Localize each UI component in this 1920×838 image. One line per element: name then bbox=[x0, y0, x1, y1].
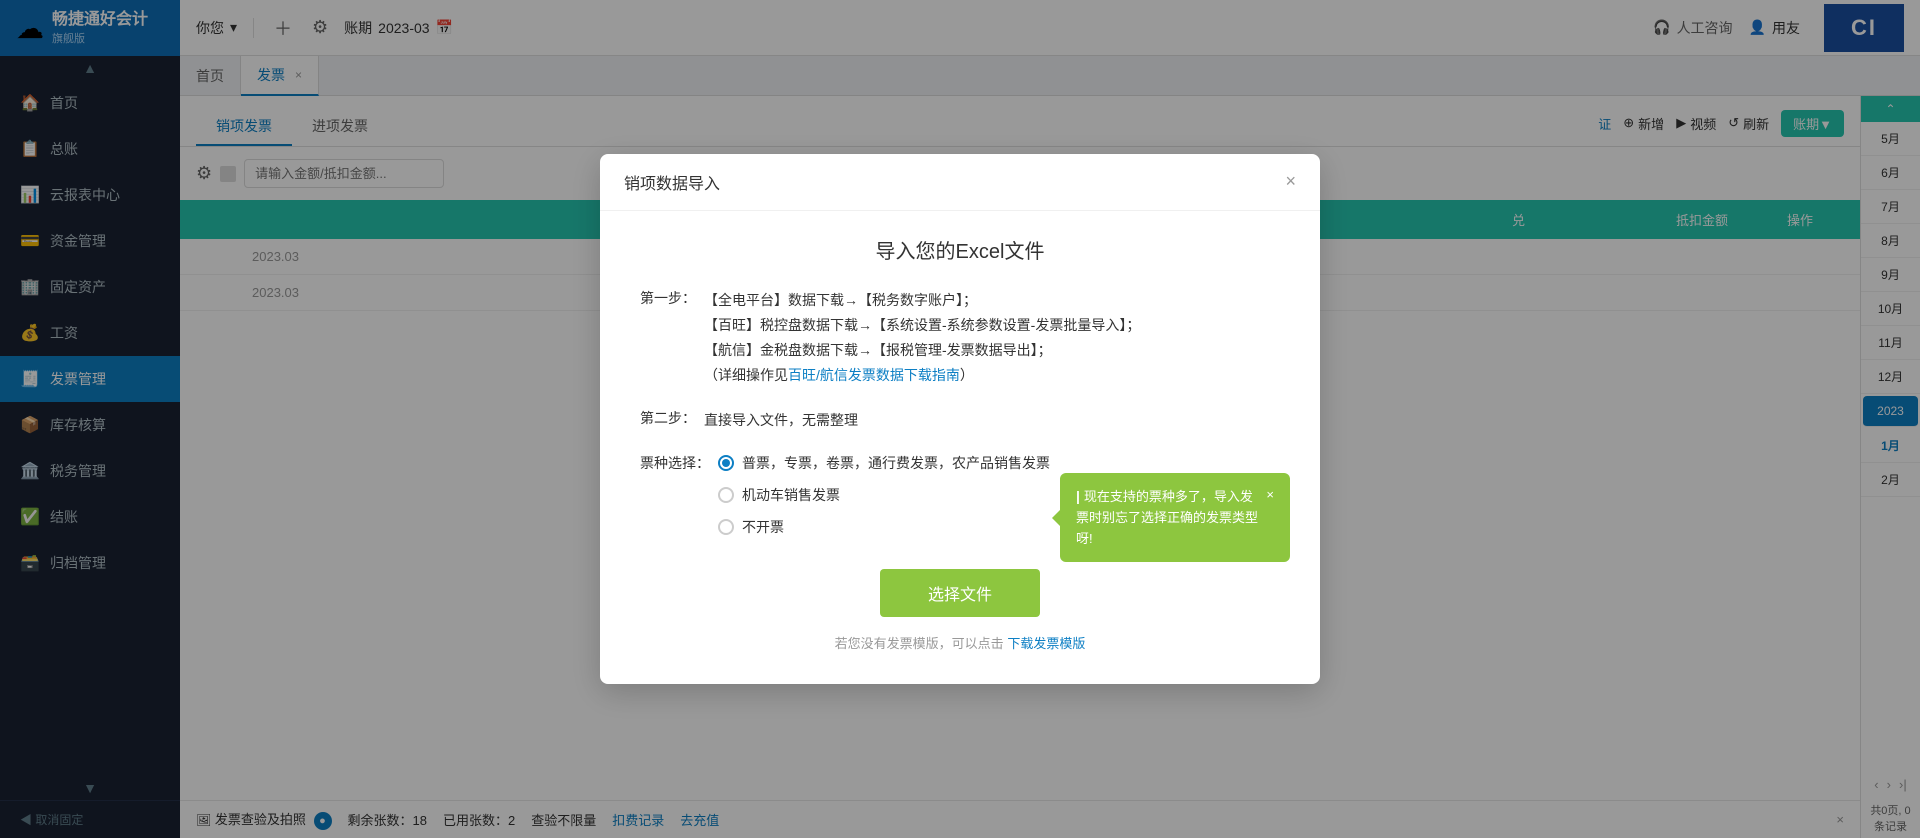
step2-text: 直接导入文件，无需整理 bbox=[704, 408, 858, 433]
step1-line3: 【航信】金税盘数据下载→【报税管理-发票数据导出】； bbox=[704, 338, 1140, 363]
radio-motor[interactable]: 机动车销售发票 bbox=[718, 485, 1050, 505]
step1-label: 第一步： bbox=[640, 288, 696, 389]
modal-footer-hint: 若您没有发票模版，可以点击 下载发票模版 bbox=[640, 633, 1280, 652]
step1-content: 【全电平台】数据下载→【税务数字账户】； 【百旺】税控盘数据下载→【系统设置-系… bbox=[704, 288, 1140, 389]
import-modal: 销项数据导入 × 导入您的Excel文件 第一步： 【全电平台】数据下载→【税务… bbox=[600, 154, 1320, 685]
tooltip-bar: | bbox=[1076, 488, 1084, 504]
modal-body: 导入您的Excel文件 第一步： 【全电平台】数据下载→【税务数字账户】； 【百… bbox=[600, 211, 1320, 685]
step2-block: 第二步： 直接导入文件，无需整理 bbox=[640, 408, 1280, 433]
download-guide-link[interactable]: 百旺/航信发票数据下载指南 bbox=[788, 367, 960, 383]
step1-line2: 【百旺】税控盘数据下载→【系统设置-系统参数设置-发票批量导入】； bbox=[704, 313, 1140, 338]
radio-normal[interactable]: 普票，专票，卷票，通行费发票，农产品销售发票 bbox=[718, 453, 1050, 473]
modal-main-title: 导入您的Excel文件 bbox=[640, 235, 1280, 264]
tooltip-box: × | 现在支持的票种多了，导入发票时别忘了选择正确的发票类型呀! bbox=[1060, 473, 1290, 561]
step2-inline: 第二步： 直接导入文件，无需整理 bbox=[640, 408, 1280, 433]
ticket-type-block: 票种选择： 普票，专票，卷票，通行费发票，农产品销售发票 机动车销售发票 bbox=[640, 453, 1280, 549]
tooltip-close-btn[interactable]: × bbox=[1266, 485, 1274, 506]
radio-motor-label: 机动车销售发票 bbox=[742, 485, 840, 505]
step1-line1: 【全电平台】数据下载→【税务数字账户】； bbox=[704, 288, 1140, 313]
radio-circle-normal bbox=[718, 455, 734, 471]
radio-circle-motor bbox=[718, 487, 734, 503]
footer-hint-text: 若您没有发票模版，可以点击 bbox=[835, 636, 1004, 651]
select-file-btn[interactable]: 选择文件 bbox=[880, 569, 1040, 617]
radio-notissued[interactable]: 不开票 bbox=[718, 517, 1050, 537]
hint-prefix: （详细操作见 bbox=[704, 367, 788, 383]
modal-overlay: 销项数据导入 × 导入您的Excel文件 第一步： 【全电平台】数据下载→【税务… bbox=[0, 0, 1920, 838]
download-template-link[interactable]: 下载发票模版 bbox=[1007, 636, 1085, 651]
step1-inline: 第一步： 【全电平台】数据下载→【税务数字账户】； 【百旺】税控盘数据下载→【系… bbox=[640, 288, 1280, 389]
ticket-label: 票种选择： bbox=[640, 453, 710, 549]
modal-title: 销项数据导入 bbox=[624, 170, 720, 194]
hint-suffix: ） bbox=[960, 367, 974, 383]
radio-circle-notissued bbox=[718, 519, 734, 535]
radio-group: 普票，专票，卷票，通行费发票，农产品销售发票 机动车销售发票 bbox=[718, 453, 1050, 549]
step1-block: 第一步： 【全电平台】数据下载→【税务数字账户】； 【百旺】税控盘数据下载→【系… bbox=[640, 288, 1280, 389]
step2-label: 第二步： bbox=[640, 408, 696, 433]
tooltip-text: 现在支持的票种多了，导入发票时别忘了选择正确的发票类型呀! bbox=[1076, 489, 1258, 546]
modal-header: 销项数据导入 × bbox=[600, 154, 1320, 211]
radio-notissued-label: 不开票 bbox=[742, 517, 784, 537]
step1-hint: （详细操作见百旺/航信发票数据下载指南） bbox=[704, 363, 1140, 388]
radio-normal-label: 普票，专票，卷票，通行费发票，农产品销售发票 bbox=[742, 453, 1050, 473]
modal-close-btn[interactable]: × bbox=[1285, 171, 1296, 192]
